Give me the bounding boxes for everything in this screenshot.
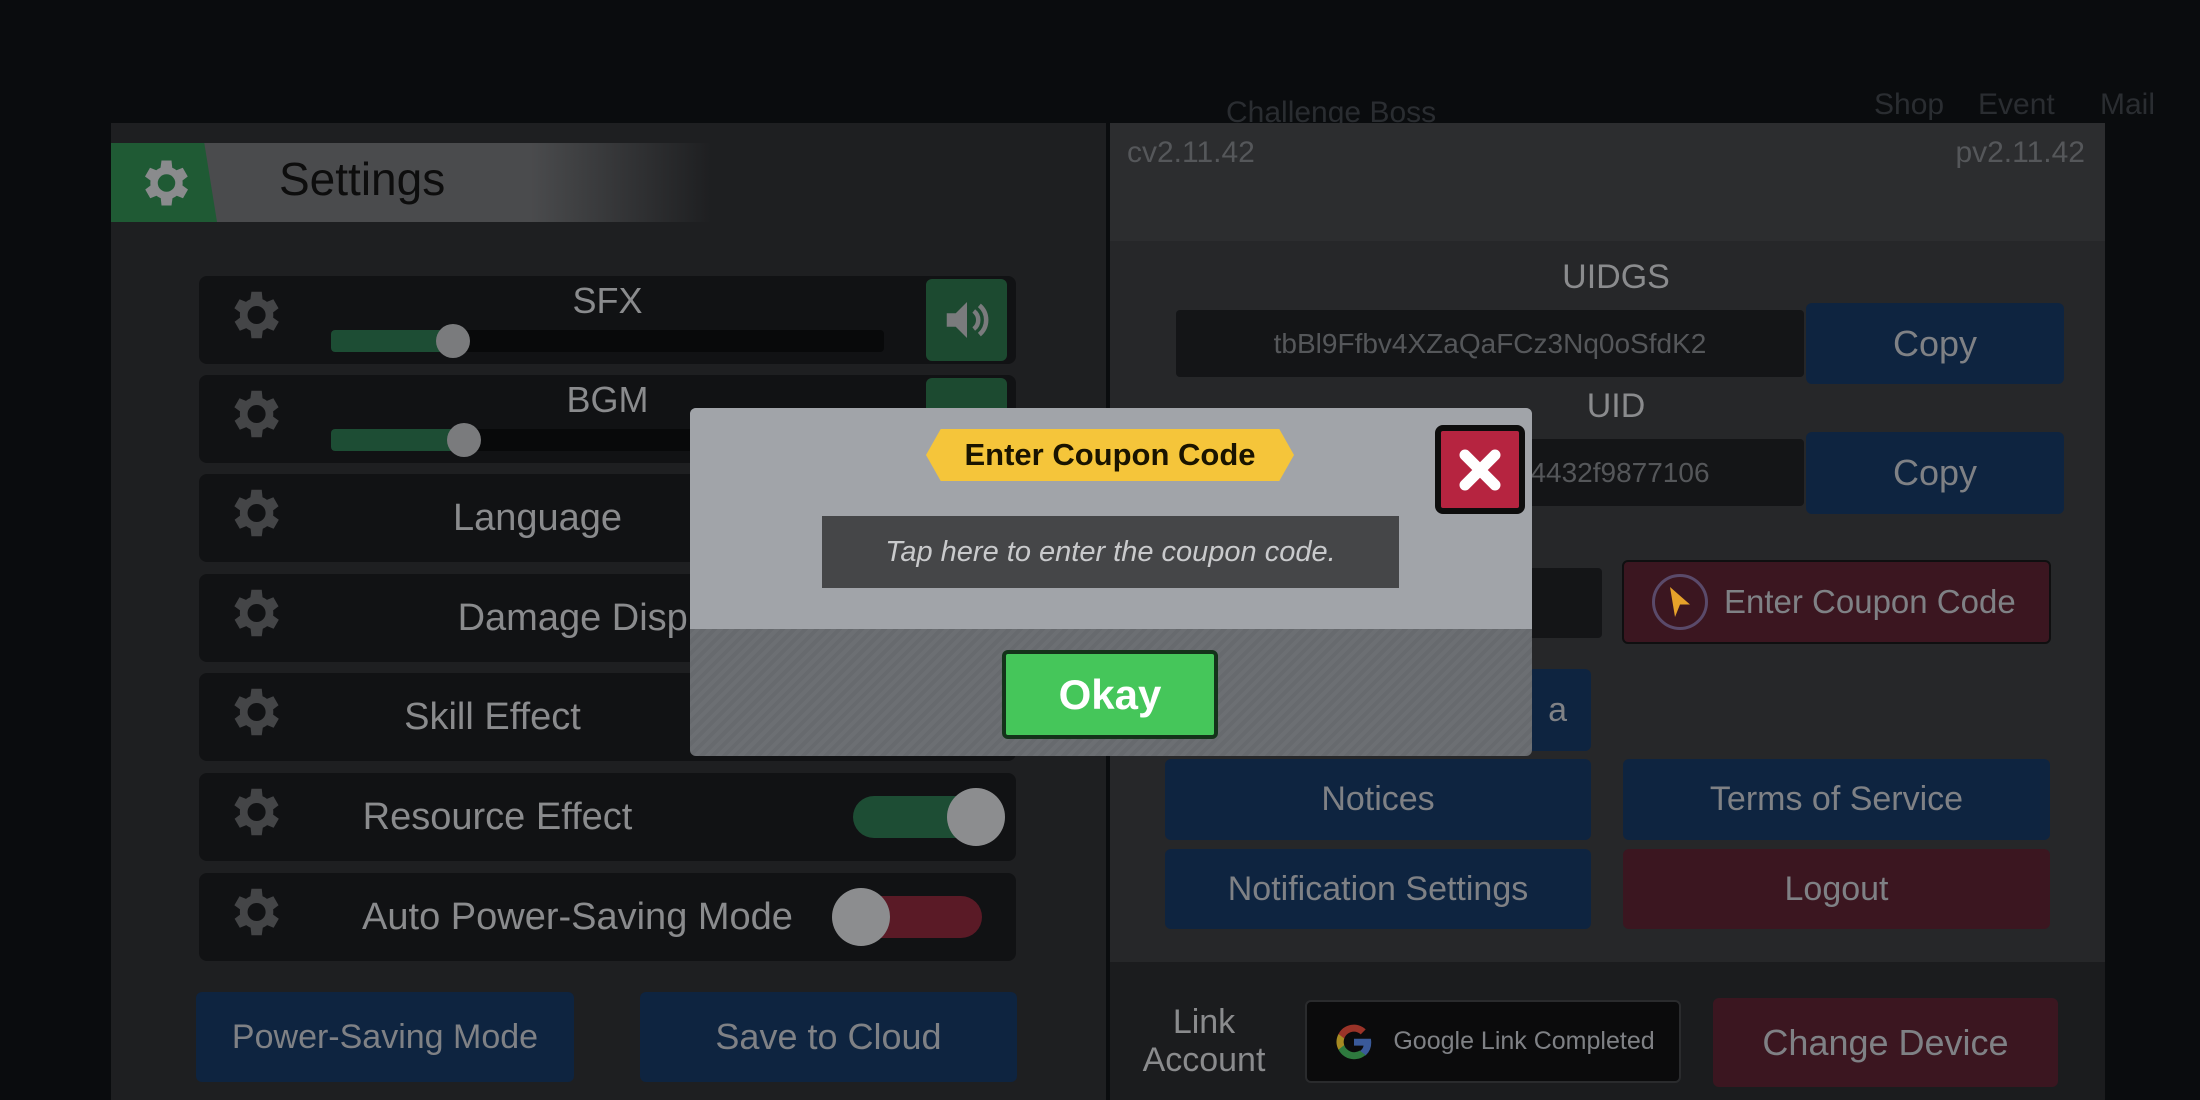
uid-label: UID: [1586, 387, 1646, 425]
uidgs-label: UIDGS: [1562, 258, 1670, 296]
client-version: cv2.11.42: [1127, 136, 1255, 169]
gear-icon: [223, 681, 285, 753]
auto-power-saving-toggle[interactable]: [832, 888, 982, 946]
sfx-slider[interactable]: [331, 324, 884, 358]
cursor-icon: [1652, 574, 1708, 630]
google-icon: [1336, 1024, 1372, 1059]
row-sfx: SFX: [199, 276, 1016, 364]
save-to-cloud-button[interactable]: Save to Cloud: [640, 992, 1017, 1082]
language-label: Language: [452, 496, 623, 539]
google-link-button[interactable]: Google Link Completed: [1305, 1000, 1681, 1083]
damage-display-label: Damage Displa: [457, 596, 718, 639]
bgm-slider-knob[interactable]: [446, 423, 481, 457]
row-auto-power-saving: Auto Power-Saving Mode: [199, 873, 1016, 961]
coupon-dialog: Enter Coupon Code Tap here to enter the …: [690, 408, 1532, 756]
sfx-label: SFX: [572, 280, 643, 321]
enter-coupon-code-label: Enter Coupon Code: [1724, 583, 2016, 620]
notices-button[interactable]: Notices: [1165, 759, 1591, 840]
skill-effect-label: Skill Effect: [404, 695, 581, 738]
change-device-button[interactable]: Change Device: [1713, 998, 2058, 1087]
coupon-code-input[interactable]: Tap here to enter the coupon code.: [822, 516, 1399, 588]
copy-uidgs-button[interactable]: Copy: [1806, 303, 2064, 384]
bg-shop: Shop: [1874, 88, 1945, 121]
dialog-title: Enter Coupon Code: [926, 429, 1294, 481]
link-account-label: Link Account: [1142, 1003, 1266, 1079]
notification-settings-button[interactable]: Notification Settings: [1165, 849, 1591, 929]
gear-icon: [223, 881, 285, 953]
bg-mail: Mail: [2100, 88, 2156, 121]
gear-icon: [223, 781, 285, 853]
uidgs-field: tbBl9Ffbv4XZaQaFCz3Nq0oSfdK2: [1176, 310, 1804, 377]
google-link-label: Google Link Completed: [1393, 1027, 1655, 1055]
resource-effect-toggle[interactable]: [853, 788, 1005, 846]
sfx-mute-button[interactable]: [926, 279, 1007, 361]
resource-effect-label: Resource Effect: [362, 795, 633, 838]
uid-value: 4432f9877106: [1530, 456, 1710, 488]
auto-power-saving-label: Auto Power-Saving Mode: [362, 895, 793, 938]
page-title: Settings: [279, 153, 446, 205]
close-icon: [1459, 449, 1501, 490]
okay-button[interactable]: Okay: [1002, 650, 1218, 739]
gear-icon: [223, 582, 285, 654]
terms-of-service-button[interactable]: Terms of Service: [1623, 759, 2050, 840]
logout-button[interactable]: Logout: [1623, 849, 2050, 929]
protocol-version: pv2.11.42: [1955, 136, 2085, 169]
row-resource-effect: Resource Effect: [199, 773, 1016, 861]
gear-icon: [223, 482, 285, 554]
enter-coupon-code-button[interactable]: Enter Coupon Code: [1622, 560, 2051, 644]
power-saving-mode-button[interactable]: Power-Saving Mode: [196, 992, 574, 1082]
bg-event: Event: [1978, 88, 2055, 121]
copy-uid-button[interactable]: Copy: [1806, 432, 2064, 514]
speaker-icon: [946, 302, 988, 338]
settings-gear-icon: [111, 143, 217, 222]
close-button[interactable]: [1435, 425, 1525, 514]
sfx-slider-knob[interactable]: [435, 324, 470, 358]
